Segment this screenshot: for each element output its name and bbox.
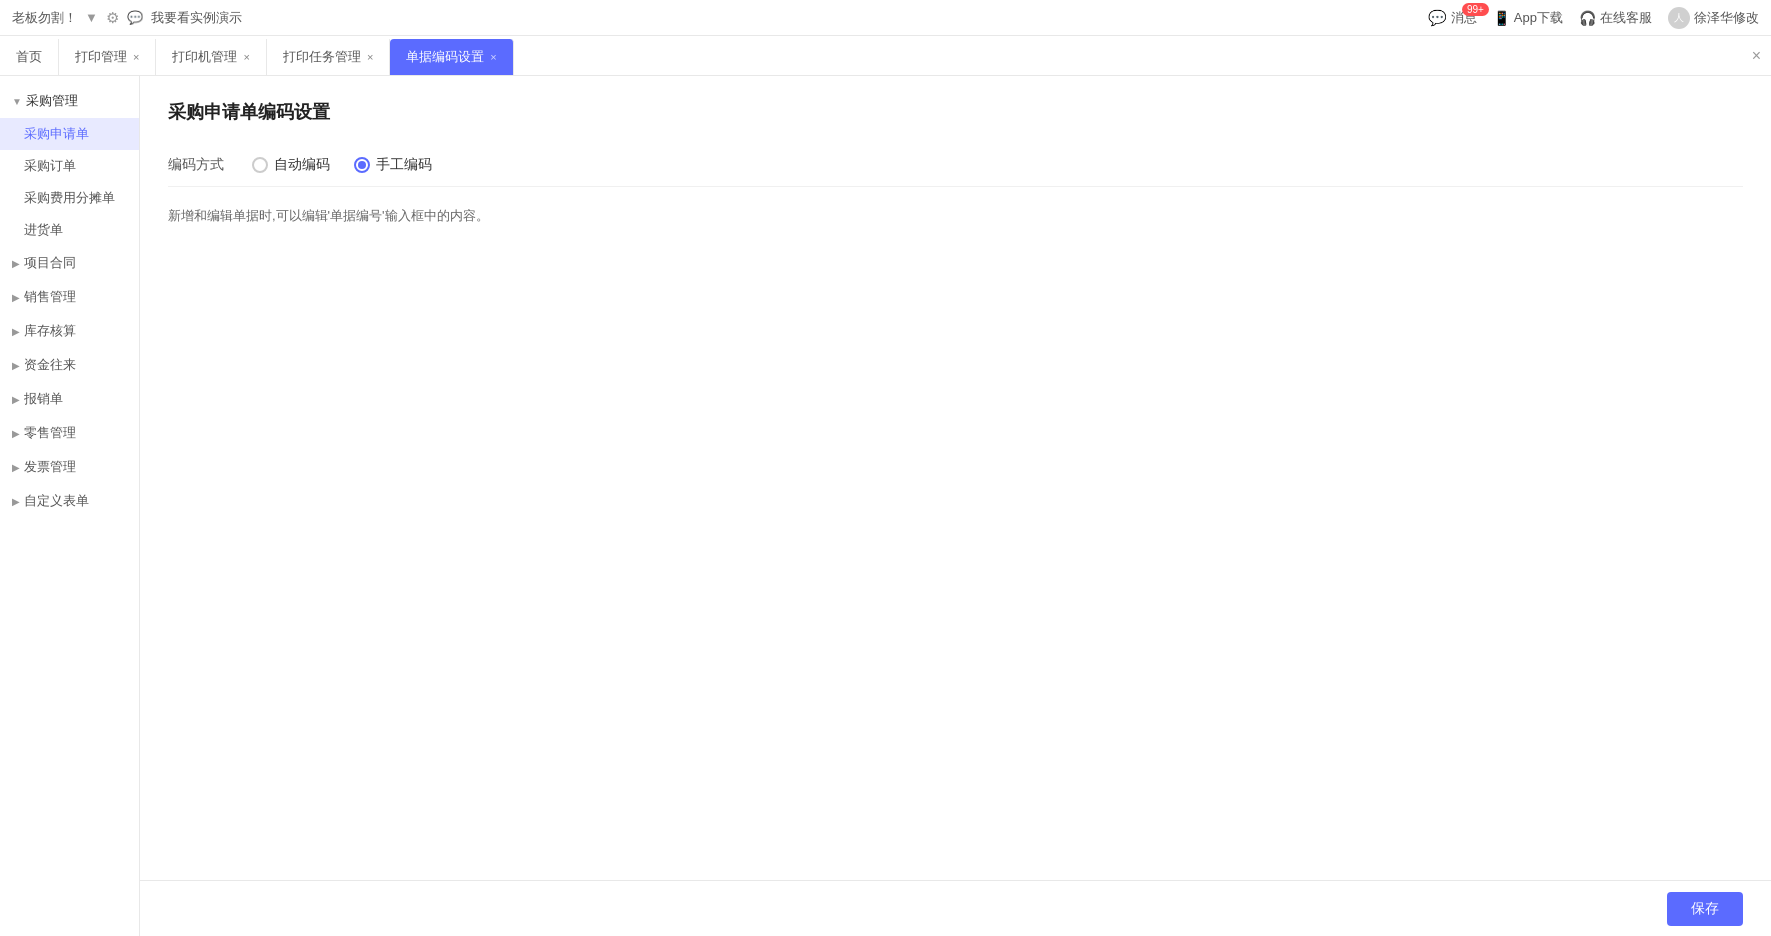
invoice-arrow: ▶ [12, 462, 20, 473]
tab-home-label: 首页 [16, 48, 42, 66]
sidebar-group-custom-forms[interactable]: ▶ 自定义表单 [0, 484, 139, 518]
sidebar-group-sales-mgmt[interactable]: ▶ 销售管理 [0, 280, 139, 314]
sidebar-group-purchase[interactable]: ▼ 采购管理 [0, 84, 139, 118]
auto-code-option[interactable]: 自动编码 [252, 156, 330, 174]
custom-forms-label: 自定义表单 [24, 492, 89, 510]
message-button[interactable]: 💬 消息 99+ [1428, 9, 1477, 27]
sidebar-group-capital[interactable]: ▶ 资金往来 [0, 348, 139, 382]
content-footer: 保存 [140, 880, 1771, 936]
sidebar-group-project-contract[interactable]: ▶ 项目合同 [0, 246, 139, 280]
purchase-group-label: 采购管理 [26, 92, 78, 110]
encoding-row: 编码方式 自动编码 手工编码 [168, 144, 1743, 187]
returns-arrow: ▶ [12, 394, 20, 405]
manual-code-radio[interactable] [354, 157, 370, 173]
top-bar-title: 老板勿割！ [12, 9, 77, 27]
tab-bar-close-all[interactable]: × [1752, 47, 1761, 65]
tab-print-task[interactable]: 打印任务管理 × [267, 39, 390, 75]
sidebar-item-stock-in[interactable]: 进货单 [0, 214, 139, 246]
sidebar-item-purchase-expense[interactable]: 采购费用分摊单 [0, 182, 139, 214]
tab-printer-mgmt-label: 打印机管理 [172, 48, 237, 66]
sidebar-purchase-order-label: 采购订单 [24, 158, 76, 173]
main-layout: ▼ 采购管理 采购申请单 采购订单 采购费用分摊单 进货单 ▶ 项目合同 ▶ 销… [0, 76, 1771, 936]
sidebar-group-returns[interactable]: ▶ 报销单 [0, 382, 139, 416]
invoice-label: 发票管理 [24, 458, 76, 476]
app-download-button[interactable]: 📱 App下载 [1493, 9, 1563, 27]
demo-text[interactable]: 我要看实例演示 [151, 9, 242, 27]
encoding-label: 编码方式 [168, 156, 228, 174]
auto-code-radio[interactable] [252, 157, 268, 173]
retail-label: 零售管理 [24, 424, 76, 442]
sidebar-item-purchase-request[interactable]: 采购申请单 [0, 118, 139, 150]
sales-mgmt-label: 销售管理 [24, 288, 76, 306]
content-area: 采购申请单编码设置 编码方式 自动编码 手工编码 新增和编辑单据时,可以编辑'单… [140, 76, 1771, 936]
tab-single-code-label: 单据编码设置 [406, 48, 484, 66]
app-icon: 📱 [1493, 10, 1510, 26]
tab-print-mgmt[interactable]: 打印管理 × [59, 39, 156, 75]
sidebar: ▼ 采购管理 采购申请单 采购订单 采购费用分摊单 进货单 ▶ 项目合同 ▶ 销… [0, 76, 140, 936]
online-service-label: 在线客服 [1600, 9, 1652, 27]
hint-text: 新增和编辑单据时,可以编辑'单据编号'输入框中的内容。 [168, 207, 1743, 225]
sidebar-purchase-request-label: 采购申请单 [24, 126, 89, 141]
tab-home[interactable]: 首页 [0, 39, 59, 75]
user-profile[interactable]: 人 徐泽华修改 [1668, 7, 1759, 29]
top-bar-left: 老板勿割！ ▼ ⚙ 💬 我要看实例演示 [12, 9, 242, 27]
page-title: 采购申请单编码设置 [168, 100, 1743, 124]
manual-code-label: 手工编码 [376, 156, 432, 174]
user-name: 徐泽华修改 [1694, 9, 1759, 27]
content-inner: 采购申请单编码设置 编码方式 自动编码 手工编码 新增和编辑单据时,可以编辑'单… [140, 76, 1771, 880]
inventory-label: 库存核算 [24, 322, 76, 340]
returns-label: 报销单 [24, 390, 63, 408]
demo-icon: 💬 [127, 10, 143, 25]
save-button[interactable]: 保存 [1667, 892, 1743, 926]
manual-code-option[interactable]: 手工编码 [354, 156, 432, 174]
sidebar-group-invoice[interactable]: ▶ 发票管理 [0, 450, 139, 484]
sidebar-purchase-expense-label: 采购费用分摊单 [24, 190, 115, 205]
top-bar-right: 💬 消息 99+ 📱 App下载 🎧 在线客服 人 徐泽华修改 [1428, 7, 1759, 29]
custom-forms-arrow: ▶ [12, 496, 20, 507]
capital-arrow: ▶ [12, 360, 20, 371]
avatar: 人 [1668, 7, 1690, 29]
tab-print-task-label: 打印任务管理 [283, 48, 361, 66]
service-icon: 🎧 [1579, 10, 1596, 26]
auto-code-label: 自动编码 [274, 156, 330, 174]
top-bar-dropdown-icon[interactable]: ▼ [85, 10, 98, 25]
tab-bar: 首页 打印管理 × 打印机管理 × 打印任务管理 × 单据编码设置 × × [0, 36, 1771, 76]
purchase-group-arrow: ▼ [12, 96, 22, 107]
tab-single-code-close[interactable]: × [490, 51, 496, 63]
message-badge: 99+ [1462, 3, 1489, 16]
tab-printer-mgmt-close[interactable]: × [243, 51, 249, 63]
tab-single-code[interactable]: 单据编码设置 × [390, 39, 513, 75]
top-bar: 老板勿割！ ▼ ⚙ 💬 我要看实例演示 💬 消息 99+ 📱 App下载 🎧 在… [0, 0, 1771, 36]
settings-icon[interactable]: ⚙ [106, 9, 119, 27]
inventory-arrow: ▶ [12, 326, 20, 337]
tab-printer-mgmt[interactable]: 打印机管理 × [156, 39, 266, 75]
capital-label: 资金往来 [24, 356, 76, 374]
project-contract-arrow: ▶ [12, 258, 20, 269]
tab-print-mgmt-label: 打印管理 [75, 48, 127, 66]
message-icon: 💬 [1428, 9, 1447, 27]
retail-arrow: ▶ [12, 428, 20, 439]
tab-print-mgmt-close[interactable]: × [133, 51, 139, 63]
sales-mgmt-arrow: ▶ [12, 292, 20, 303]
sidebar-stock-in-label: 进货单 [24, 222, 63, 237]
sidebar-group-inventory[interactable]: ▶ 库存核算 [0, 314, 139, 348]
sidebar-group-retail[interactable]: ▶ 零售管理 [0, 416, 139, 450]
project-contract-label: 项目合同 [24, 254, 76, 272]
sidebar-item-purchase-order[interactable]: 采购订单 [0, 150, 139, 182]
tab-print-task-close[interactable]: × [367, 51, 373, 63]
online-service-button[interactable]: 🎧 在线客服 [1579, 9, 1652, 27]
app-download-label: App下载 [1514, 9, 1563, 27]
